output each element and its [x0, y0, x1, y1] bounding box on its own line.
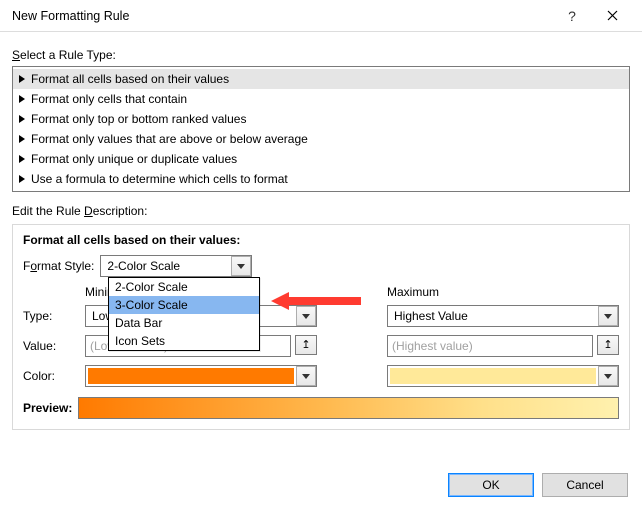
desc-heading: Format all cells based on their values: — [23, 233, 619, 247]
max-color-combo[interactable] — [387, 365, 619, 387]
triangle-icon — [19, 155, 25, 163]
close-icon — [607, 10, 618, 21]
rule-description-group: Format all cells based on their values: … — [12, 224, 630, 430]
max-value-placeholder: (Highest value) — [392, 339, 473, 353]
triangle-icon — [19, 175, 25, 183]
dialog-body: Select a Rule Type: Format all cells bas… — [0, 32, 642, 430]
min-color-swatch — [88, 368, 294, 384]
rule-type-text: Format only unique or duplicate values — [31, 152, 237, 166]
range-selector-icon: ↥ — [603, 340, 612, 351]
triangle-icon — [19, 115, 25, 123]
chevron-down-icon[interactable] — [598, 366, 618, 386]
window-title: New Formatting Rule — [12, 9, 552, 23]
rule-type-item[interactable]: Use a formula to determine which cells t… — [13, 169, 629, 189]
range-selector-button[interactable]: ↥ — [295, 335, 317, 355]
cancel-button[interactable]: Cancel — [542, 473, 628, 497]
help-button[interactable]: ? — [552, 0, 592, 32]
max-header: Maximum — [387, 285, 619, 299]
rule-type-item[interactable]: Format only values that are above or bel… — [13, 129, 629, 149]
format-style-value: 2-Color Scale — [101, 259, 231, 273]
rule-desc-label: Edit the Rule Description: — [12, 204, 630, 218]
ok-button[interactable]: OK — [448, 473, 534, 497]
rule-type-text: Format only cells that contain — [31, 92, 187, 106]
rule-type-item[interactable]: Format only top or bottom ranked values — [13, 109, 629, 129]
triangle-icon — [19, 75, 25, 83]
range-selector-button[interactable]: ↥ — [597, 335, 619, 355]
rule-type-text: Use a formula to determine which cells t… — [31, 172, 288, 186]
dropdown-option[interactable]: Icon Sets — [109, 332, 259, 350]
rule-type-text: Format only values that are above or bel… — [31, 132, 308, 146]
rule-type-text: Format all cells based on their values — [31, 72, 229, 86]
format-style-combo[interactable]: 2-Color Scale — [100, 255, 252, 277]
preview-label: Preview: — [23, 401, 72, 415]
chevron-down-icon[interactable] — [231, 256, 251, 276]
min-color-combo[interactable] — [85, 365, 317, 387]
close-button[interactable] — [592, 0, 632, 32]
triangle-icon — [19, 135, 25, 143]
range-selector-icon: ↥ — [301, 340, 310, 351]
rule-type-item[interactable]: Format all cells based on their values — [13, 69, 629, 89]
dialog-footer: OK Cancel — [448, 473, 628, 497]
format-style-label: Format Style: — [23, 259, 94, 273]
max-color-swatch — [390, 368, 596, 384]
value-label: Value: — [23, 339, 85, 353]
rule-type-list[interactable]: Format all cells based on their values F… — [12, 66, 630, 192]
dropdown-option[interactable]: Data Bar — [109, 314, 259, 332]
format-style-row: Format Style: 2-Color Scale 2-Color Scal… — [23, 255, 619, 277]
rule-type-item[interactable]: Format only unique or duplicate values — [13, 149, 629, 169]
preview-row: Preview: — [23, 397, 619, 419]
format-style-dropdown[interactable]: 2-Color Scale 3-Color Scale Data Bar Ico… — [108, 277, 260, 351]
rule-type-label: Select a Rule Type: — [12, 48, 630, 62]
max-value-input[interactable]: (Highest value) — [387, 335, 593, 357]
rule-type-item[interactable]: Format only cells that contain — [13, 89, 629, 109]
dropdown-option[interactable]: 3-Color Scale — [109, 296, 259, 314]
chevron-down-icon[interactable] — [296, 306, 316, 326]
chevron-down-icon[interactable] — [296, 366, 316, 386]
color-label: Color: — [23, 369, 85, 383]
triangle-icon — [19, 95, 25, 103]
rule-type-text: Format only top or bottom ranked values — [31, 112, 246, 126]
titlebar: New Formatting Rule ? — [0, 0, 642, 32]
type-label: Type: — [23, 309, 85, 323]
dropdown-option[interactable]: 2-Color Scale — [109, 278, 259, 296]
chevron-down-icon[interactable] — [598, 306, 618, 326]
preview-gradient — [78, 397, 619, 419]
max-type-combo[interactable]: Highest Value — [387, 305, 619, 327]
max-type-value: Highest Value — [388, 309, 598, 323]
